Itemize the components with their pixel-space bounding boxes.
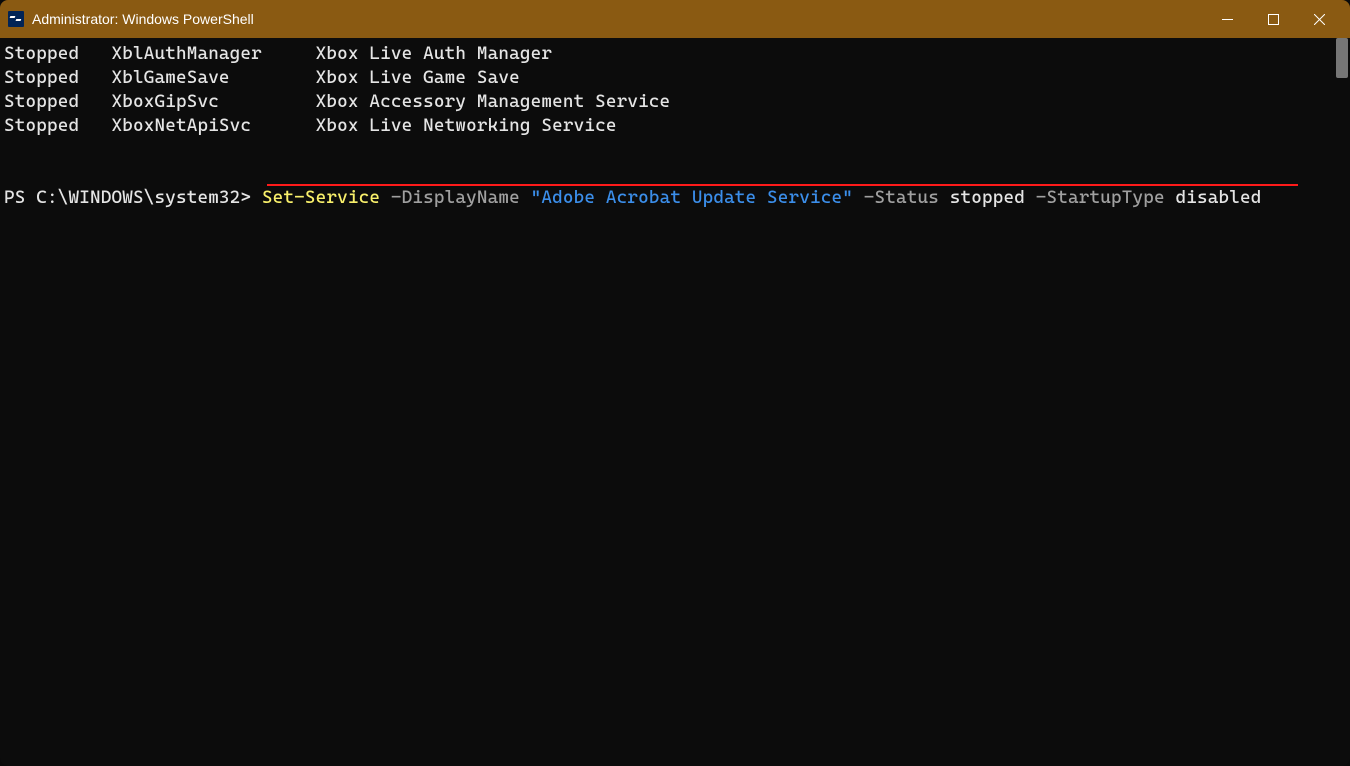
param-status: -Status bbox=[853, 187, 939, 208]
minimize-button[interactable] bbox=[1204, 0, 1250, 38]
close-button[interactable] bbox=[1296, 0, 1342, 38]
scrollbar-thumb[interactable] bbox=[1336, 38, 1348, 78]
service-output: Stopped XblAuthManager Xbox Live Auth Ma… bbox=[4, 42, 1346, 138]
terminal-body[interactable]: Stopped XblAuthManager Xbox Live Auth Ma… bbox=[0, 38, 1350, 766]
powershell-window: Administrator: Windows PowerShell Stoppe… bbox=[0, 0, 1350, 766]
window-controls bbox=[1204, 0, 1342, 38]
param-displayname: -DisplayName bbox=[380, 187, 520, 208]
value-disabled: disabled bbox=[1165, 187, 1262, 208]
value-stopped: stopped bbox=[939, 187, 1025, 208]
title-bar[interactable]: Administrator: Windows PowerShell bbox=[0, 0, 1350, 38]
cmdlet-name: Set-Service bbox=[262, 187, 380, 208]
window-title: Administrator: Windows PowerShell bbox=[32, 11, 1204, 27]
maximize-button[interactable] bbox=[1250, 0, 1296, 38]
param-startuptype: -StartupType bbox=[1025, 187, 1165, 208]
command-line: PS C:\WINDOWS\system32> Set-Service -Dis… bbox=[4, 162, 1346, 258]
red-underline-annotation bbox=[267, 184, 1298, 186]
powershell-icon bbox=[8, 11, 24, 27]
string-value: "Adobe Acrobat Update Service" bbox=[520, 187, 853, 208]
prompt-path: PS C:\WINDOWS\system32> bbox=[4, 187, 262, 208]
